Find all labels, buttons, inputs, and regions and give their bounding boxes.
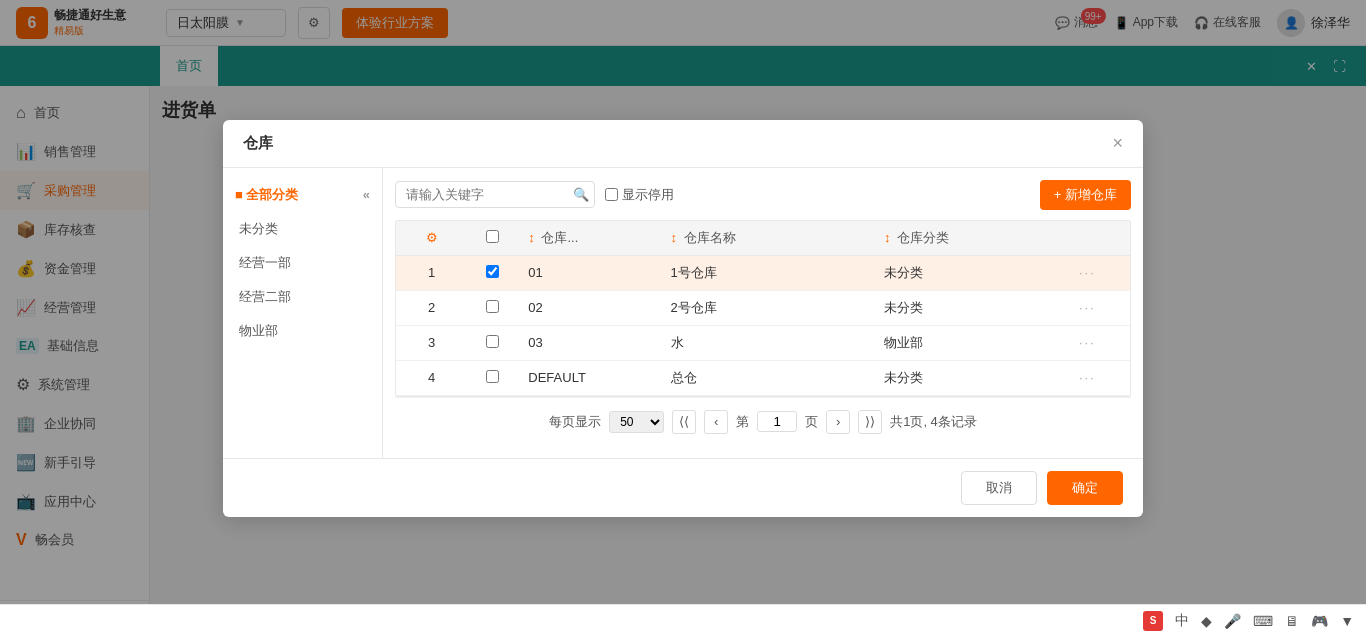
row-more-icon[interactable]: ··· [1079, 335, 1096, 350]
page-size-label: 每页显示 [549, 413, 601, 431]
select-all-checkbox[interactable] [486, 230, 499, 243]
last-page-button[interactable]: ⟩⟩ [858, 410, 882, 434]
keyboard-icon[interactable]: ⌨ [1253, 613, 1273, 629]
modal-title: 仓库 [243, 134, 273, 153]
modal-toolbar: 🔍 显示停用 + 新增仓库 [395, 180, 1131, 210]
page-unit: 页 [805, 413, 818, 431]
row-more-icon[interactable]: ··· [1079, 265, 1096, 280]
row-action[interactable]: ··· [1045, 360, 1130, 395]
th-name: ↕ 仓库名称 [661, 221, 874, 256]
row-action[interactable]: ··· [1045, 255, 1130, 290]
modal-category-dept1[interactable]: 经营一部 [223, 246, 382, 280]
display-icon[interactable]: 🖥 [1285, 613, 1299, 629]
row-name: 水 [661, 325, 874, 360]
row-name: 2号仓库 [661, 290, 874, 325]
collapse-sidebar-icon[interactable]: « [363, 187, 370, 202]
row-category: 未分类 [874, 290, 1045, 325]
show-disabled-checkbox[interactable] [605, 188, 618, 201]
row-name: 总仓 [661, 360, 874, 395]
warehouse-modal: 仓库 × ■ 全部分类 « 未分类 经营一部 经营二部 物业部 [223, 120, 1143, 517]
modal-category-property[interactable]: 物业部 [223, 314, 382, 348]
add-warehouse-button[interactable]: + 新增仓库 [1040, 180, 1131, 210]
modal-header: 仓库 × [223, 120, 1143, 168]
row-checkbox-cell[interactable] [467, 290, 518, 325]
modal-main-content: 🔍 显示停用 + 新增仓库 ⚙ [383, 168, 1143, 458]
row-code: 03 [518, 325, 660, 360]
table-header-row: ⚙ ↕ 仓库... ↕ 仓库名称 [396, 221, 1130, 256]
row-category: 物业部 [874, 325, 1045, 360]
search-icon[interactable]: 🔍 [573, 187, 589, 202]
row-action[interactable]: ··· [1045, 325, 1130, 360]
warehouse-table: ⚙ ↕ 仓库... ↕ 仓库名称 [395, 220, 1131, 397]
row-more-icon[interactable]: ··· [1079, 370, 1096, 385]
first-page-button[interactable]: ⟨⟨ [672, 410, 696, 434]
modal-category-sidebar: ■ 全部分类 « 未分类 经营一部 经营二部 物业部 [223, 168, 383, 458]
th-settings: ⚙ [396, 221, 467, 256]
gamepad-icon[interactable]: 🎮 [1311, 613, 1328, 629]
system-logo: S [1143, 611, 1163, 631]
table-row[interactable]: 4 DEFAULT 总仓 未分类 ··· [396, 360, 1130, 395]
modal-category-dept2[interactable]: 经营二部 [223, 280, 382, 314]
row-checkbox[interactable] [486, 335, 499, 348]
cancel-button[interactable]: 取消 [961, 471, 1037, 505]
row-checkbox[interactable] [486, 370, 499, 383]
page-size-select[interactable]: 50 10 20 100 [609, 411, 664, 433]
row-num: 1 [396, 255, 467, 290]
search-wrap: 🔍 [395, 181, 595, 208]
show-disabled-label[interactable]: 显示停用 [605, 186, 674, 204]
th-code: ↕ 仓库... [518, 221, 660, 256]
row-checkbox-cell[interactable] [467, 325, 518, 360]
modal-body: ■ 全部分类 « 未分类 经营一部 经营二部 物业部 🔍 [223, 168, 1143, 458]
total-info: 共1页, 4条记录 [890, 413, 977, 431]
close-modal-button[interactable]: × [1112, 134, 1123, 152]
row-code: 02 [518, 290, 660, 325]
row-action[interactable]: ··· [1045, 290, 1130, 325]
system-bar: S 中 ◆ 🎤 ⌨ 🖥 🎮 ▼ [0, 604, 1366, 636]
th-action [1045, 221, 1130, 256]
next-page-button[interactable]: › [826, 410, 850, 434]
prev-page-button[interactable]: ‹ [704, 410, 728, 434]
modal-category-unclassified[interactable]: 未分类 [223, 212, 382, 246]
table-row[interactable]: 2 02 2号仓库 未分类 ··· [396, 290, 1130, 325]
row-checkbox-cell[interactable] [467, 360, 518, 395]
table-row[interactable]: 1 01 1号仓库 未分类 ··· [396, 255, 1130, 290]
page-label: 第 [736, 413, 749, 431]
row-name: 1号仓库 [661, 255, 874, 290]
diamond-icon: ◆ [1201, 613, 1212, 629]
row-num: 2 [396, 290, 467, 325]
modal-sidebar-header: ■ 全部分类 « [223, 178, 382, 212]
row-code: DEFAULT [518, 360, 660, 395]
confirm-button[interactable]: 确定 [1047, 471, 1123, 505]
microphone-icon[interactable]: 🎤 [1224, 613, 1241, 629]
row-category: 未分类 [874, 360, 1045, 395]
row-num: 4 [396, 360, 467, 395]
chinese-input-icon[interactable]: 中 [1175, 612, 1189, 630]
row-checkbox[interactable] [486, 265, 499, 278]
row-more-icon[interactable]: ··· [1079, 300, 1096, 315]
page-number-input[interactable] [757, 411, 797, 432]
row-checkbox[interactable] [486, 300, 499, 313]
th-checkbox [467, 221, 518, 256]
row-checkbox-cell[interactable] [467, 255, 518, 290]
row-num: 3 [396, 325, 467, 360]
search-input[interactable] [395, 181, 595, 208]
modal-footer: 取消 确定 [223, 458, 1143, 517]
th-category: ↕ 仓库分类 [874, 221, 1045, 256]
all-categories-label[interactable]: ■ 全部分类 [235, 186, 298, 204]
modal-overlay: 仓库 × ■ 全部分类 « 未分类 经营一部 经营二部 物业部 [0, 0, 1366, 636]
table-row[interactable]: 3 03 水 物业部 ··· [396, 325, 1130, 360]
pagination: 每页显示 50 10 20 100 ⟨⟨ ‹ 第 页 › ⟩⟩ 共1页, 4条记… [395, 397, 1131, 446]
row-code: 01 [518, 255, 660, 290]
row-category: 未分类 [874, 255, 1045, 290]
arrow-down-icon[interactable]: ▼ [1340, 613, 1354, 629]
